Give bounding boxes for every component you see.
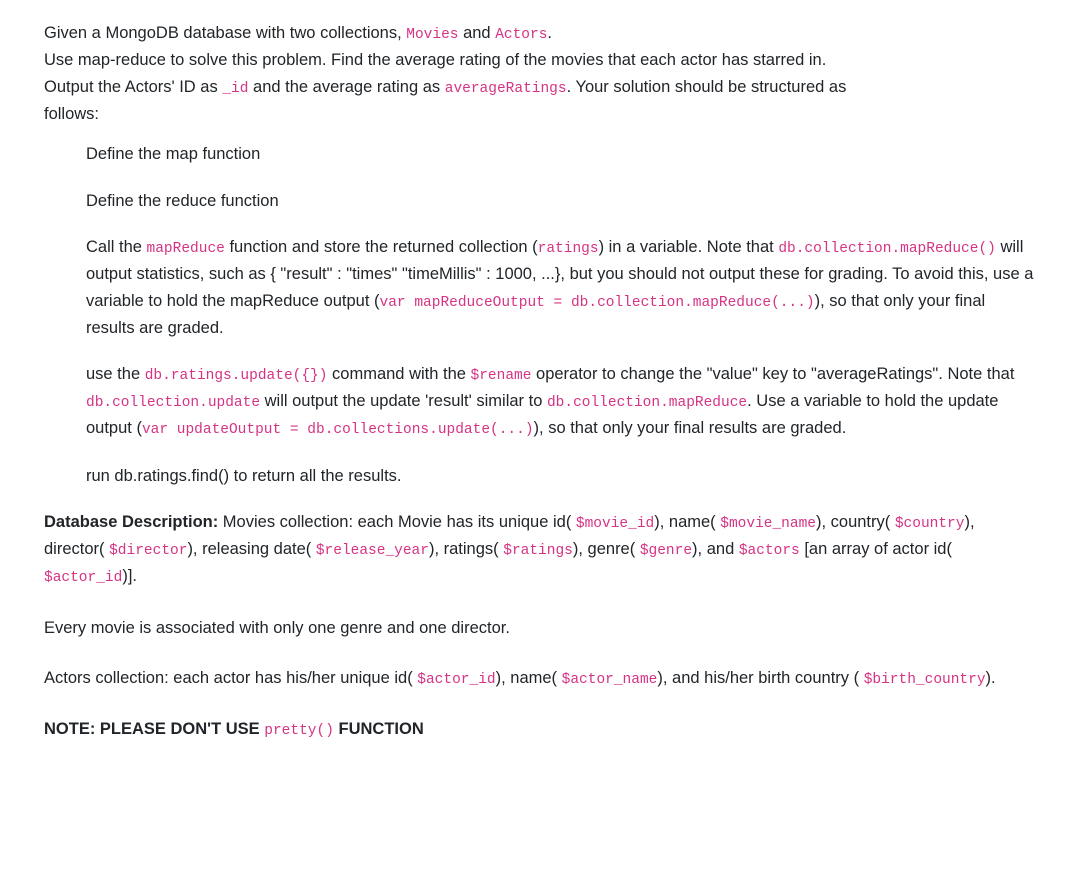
code-actor-id: $actor_id <box>417 672 495 688</box>
text: ), name( <box>496 669 562 687</box>
code-actors: $actors <box>739 543 800 559</box>
text: Every movie is associated with only one … <box>44 619 510 637</box>
note-suffix: FUNCTION <box>334 720 424 738</box>
actors-description: Actors collection: each actor has his/he… <box>44 665 1037 692</box>
text: ), so that only your final results are g… <box>534 419 847 437</box>
code-movie-id: $movie_id <box>576 516 654 532</box>
code-pretty: pretty() <box>264 723 334 739</box>
text: Output the Actors' ID as <box>44 78 222 96</box>
text: Given a MongoDB database with two collec… <box>44 24 406 42</box>
text: Use map-reduce to solve this problem. Fi… <box>44 51 826 69</box>
text: Movies collection: each Movie has its un… <box>218 513 576 531</box>
step-define-reduce: Define the reduce function <box>86 188 1037 214</box>
code-ratings: $ratings <box>503 543 573 559</box>
text: ) in a variable. Note that <box>599 238 779 256</box>
step-define-map: Define the map function <box>86 141 1037 167</box>
code-movies: Movies <box>406 27 458 43</box>
code-var-mapreduce: var mapReduceOutput = db.collection.mapR… <box>380 295 815 311</box>
code-genre: $genre <box>640 543 692 559</box>
text: ). <box>986 669 996 687</box>
code-rename: $rename <box>471 368 532 384</box>
text: ), genre( <box>573 540 640 558</box>
note-prefix: NOTE: PLEASE DON'T USE <box>44 720 264 738</box>
text: will output the update 'result' similar … <box>260 392 547 410</box>
database-description: Database Description: Movies collection:… <box>44 509 1037 591</box>
code-actor-name: $actor_name <box>562 672 658 688</box>
text: ), name( <box>654 513 720 531</box>
text: function and store the returned collecti… <box>225 238 538 256</box>
note-line: NOTE: PLEASE DON'T USE pretty() FUNCTION <box>44 716 1037 743</box>
text: )]. <box>122 567 137 585</box>
text: Define the reduce function <box>86 192 279 210</box>
code-averageratings: averageRatings <box>445 81 567 97</box>
text: ), and his/her birth country ( <box>657 669 863 687</box>
step-find: run db.ratings.find() to return all the … <box>86 463 1037 489</box>
text: . Your solution should be structured as <box>567 78 847 96</box>
text: ), releasing date( <box>187 540 315 558</box>
step-update: use the db.ratings.update({}) command wi… <box>86 361 1037 443</box>
text: and <box>459 24 496 42</box>
code-release-year: $release_year <box>316 543 429 559</box>
intro-paragraph: Given a MongoDB database with two collec… <box>44 20 1037 127</box>
genre-line: Every movie is associated with only one … <box>44 615 1037 641</box>
text: ), ratings( <box>429 540 503 558</box>
code-director: $director <box>109 543 187 559</box>
document-body: Given a MongoDB database with two collec… <box>0 0 1081 777</box>
text: use the <box>86 365 145 383</box>
text: follows: <box>44 105 99 123</box>
code-country: $country <box>895 516 965 532</box>
text: [an array of actor id( <box>800 540 952 558</box>
text: ), and <box>692 540 739 558</box>
code-ratings-update: db.ratings.update({}) <box>145 368 328 384</box>
code-actors: Actors <box>495 27 547 43</box>
text: and the average rating as <box>248 78 444 96</box>
code-db-collection-mapreduce: db.collection.mapReduce() <box>778 241 996 257</box>
steps-list: Define the map function Define the reduc… <box>44 141 1037 489</box>
code-movie-name: $movie_name <box>720 516 816 532</box>
code-actor-id: $actor_id <box>44 570 122 586</box>
db-desc-heading: Database Description: <box>44 513 218 531</box>
code-var-update: var updateOutput = db.collections.update… <box>142 422 534 438</box>
code-id: _id <box>222 81 248 97</box>
text: Actors collection: each actor has his/he… <box>44 669 417 687</box>
text: operator to change the "value" key to "a… <box>531 365 1014 383</box>
text: run db.ratings.find() to return all the … <box>86 467 401 485</box>
code-mapreduce: mapReduce <box>147 241 225 257</box>
code-collection-update: db.collection.update <box>86 395 260 411</box>
code-collection-mapreduce: db.collection.mapReduce <box>547 395 747 411</box>
code-ratings: ratings <box>538 241 599 257</box>
text: . <box>547 24 552 42</box>
text: ), country( <box>816 513 895 531</box>
text: command with the <box>327 365 470 383</box>
text: Define the map function <box>86 145 260 163</box>
step-call-mapreduce: Call the mapReduce function and store th… <box>86 234 1037 341</box>
code-birth-country: $birth_country <box>864 672 986 688</box>
text: Call the <box>86 238 147 256</box>
